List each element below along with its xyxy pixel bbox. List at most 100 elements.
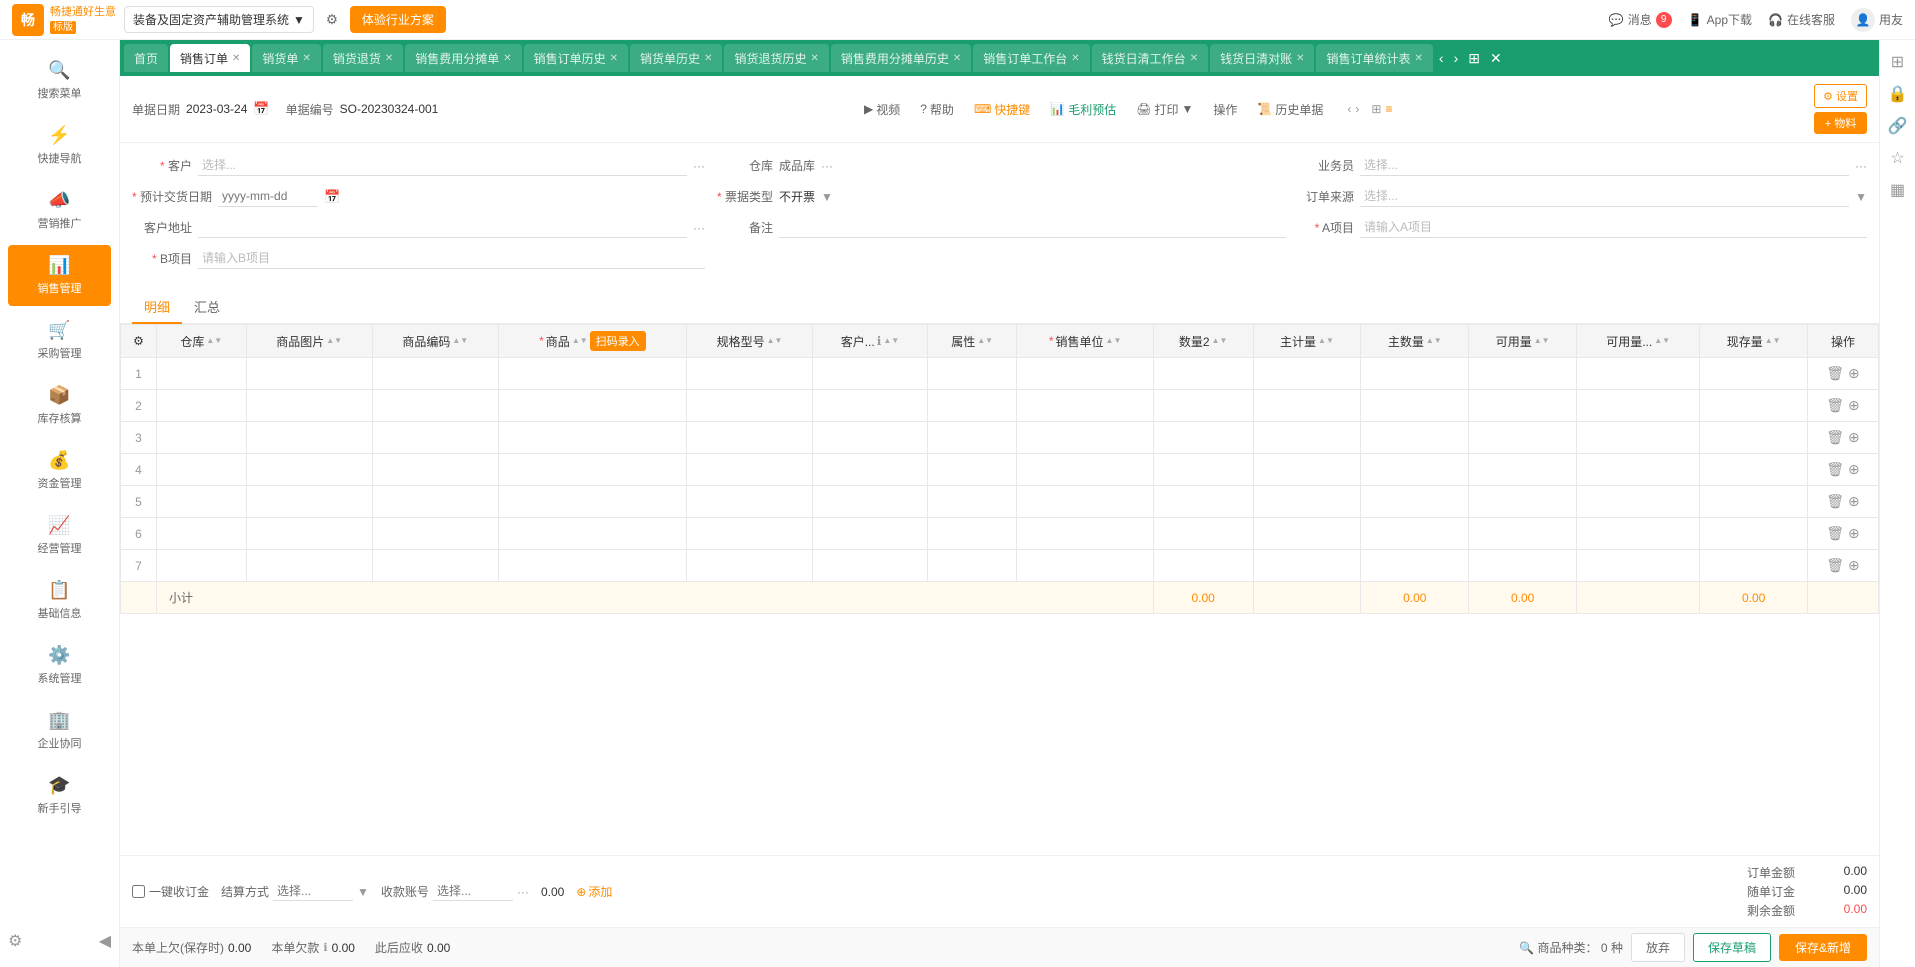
cell-spec[interactable]: [686, 518, 812, 550]
a-project-input[interactable]: [1360, 217, 1867, 238]
cell-product-image[interactable]: [246, 550, 372, 582]
salesperson-input[interactable]: [1360, 155, 1849, 176]
cell-attributes[interactable]: [927, 358, 1017, 390]
settle-method-input[interactable]: [273, 882, 353, 901]
b-project-input[interactable]: [198, 248, 705, 269]
order-source-dropdown[interactable]: ▼: [1855, 190, 1867, 204]
tab-expense-history[interactable]: 销售费用分摊单历史 ✕: [831, 44, 971, 72]
row-delete-btn[interactable]: 🗑: [1826, 525, 1844, 542]
add-btn[interactable]: ⊕ 添加: [576, 883, 612, 900]
sidebar-item-inventory[interactable]: 📦 库存核算: [8, 375, 111, 436]
sort-warehouse[interactable]: ▲▼: [206, 337, 222, 345]
cell-current-stock[interactable]: [1700, 518, 1808, 550]
address-dots[interactable]: ···: [693, 221, 705, 235]
sidebar-item-quick-nav[interactable]: ⚡ 快捷导航: [8, 115, 111, 176]
delivery-calendar-icon[interactable]: 📅: [324, 189, 340, 205]
cell-attributes[interactable]: [927, 518, 1017, 550]
tab-sales-return[interactable]: 销货单 ✕: [252, 44, 320, 72]
cell-attributes[interactable]: [927, 550, 1017, 582]
tab-close-order-stats[interactable]: ✕: [1415, 53, 1423, 64]
customer-dots[interactable]: ···: [693, 159, 705, 173]
cell-spec[interactable]: [686, 422, 812, 454]
cell-customer-code[interactable]: [813, 518, 928, 550]
row-copy-btn[interactable]: ⊕: [1848, 365, 1860, 382]
cell-product-image[interactable]: [246, 518, 372, 550]
tab-close-cash-reconcile[interactable]: ✕: [1296, 53, 1304, 64]
tab-close-all-btn[interactable]: ✕: [1486, 48, 1506, 69]
settings-btn[interactable]: ⚙ 设置: [1814, 84, 1867, 108]
sort-spec[interactable]: ▲▼: [767, 337, 783, 345]
sidebar-item-search[interactable]: 🔍 搜索菜单: [8, 50, 111, 111]
row-delete-btn[interactable]: 🗑: [1826, 557, 1844, 574]
tab-close-expense-history[interactable]: ✕: [953, 53, 961, 64]
cell-product-name[interactable]: [498, 518, 686, 550]
sidebar-item-sales[interactable]: 📊 销售管理: [8, 245, 111, 306]
cell-product-name[interactable]: [498, 454, 686, 486]
cell-available-qty[interactable]: [1469, 550, 1577, 582]
cell-product-image[interactable]: [246, 454, 372, 486]
remarks-input[interactable]: [779, 217, 1286, 238]
sidebar-item-operations[interactable]: 📈 经营管理: [8, 505, 111, 566]
tab-close-sales-refund[interactable]: ✕: [385, 53, 393, 64]
sort-main-qty[interactable]: ▲▼: [1426, 337, 1442, 345]
row-delete-btn[interactable]: 🗑: [1826, 461, 1844, 478]
right-settings-icon[interactable]: ⊞: [1884, 48, 1912, 76]
cell-attributes[interactable]: [927, 454, 1017, 486]
sidebar-collapse-icon[interactable]: ◀: [99, 931, 111, 951]
row-delete-btn[interactable]: 🗑: [1826, 397, 1844, 414]
cell-product-name[interactable]: [498, 486, 686, 518]
sidebar-item-enterprise[interactable]: 🏢 企业协同: [8, 700, 111, 761]
sort-available-qty[interactable]: ▲▼: [1534, 337, 1550, 345]
cell-sales-unit[interactable]: [1017, 550, 1153, 582]
tab-next-btn[interactable]: ›: [1450, 48, 1463, 68]
row-copy-btn[interactable]: ⊕: [1848, 525, 1860, 542]
system-selector[interactable]: 装备及固定资产辅助管理系统 ▼: [124, 6, 314, 33]
cell-current-stock[interactable]: [1700, 454, 1808, 486]
right-star-icon[interactable]: ☆: [1884, 144, 1912, 172]
cell-spec[interactable]: [686, 358, 812, 390]
user-area[interactable]: 👤 用友: [1851, 8, 1903, 32]
row-copy-btn[interactable]: ⊕: [1848, 557, 1860, 574]
cell-sales-unit[interactable]: [1017, 486, 1153, 518]
cell-current-stock[interactable]: [1700, 422, 1808, 454]
cell-product-name[interactable]: [498, 390, 686, 422]
row-delete-btn[interactable]: 🗑: [1826, 429, 1844, 446]
invoice-type-dropdown[interactable]: ▼: [821, 190, 833, 204]
cell-available-qty[interactable]: [1469, 390, 1577, 422]
cell-attributes[interactable]: [927, 390, 1017, 422]
history-btn[interactable]: 📜 历史单据: [1253, 99, 1327, 120]
cell-product-code[interactable]: [372, 550, 498, 582]
cell-warehouse[interactable]: [157, 454, 247, 486]
customer-input[interactable]: [198, 155, 687, 176]
app-download-btn[interactable]: 📱 App下载: [1688, 11, 1752, 28]
tab-close-cash-workbench[interactable]: ✕: [1190, 53, 1198, 64]
cell-qty2[interactable]: [1153, 454, 1253, 486]
cell-main-unit[interactable]: [1253, 422, 1361, 454]
sidebar-item-finance[interactable]: 💰 资金管理: [8, 440, 111, 501]
sort-product-image[interactable]: ▲▼: [326, 337, 342, 345]
col-settings[interactable]: ⚙: [121, 325, 157, 358]
row-copy-btn[interactable]: ⊕: [1848, 461, 1860, 478]
cell-sales-unit[interactable]: [1017, 358, 1153, 390]
cell-warehouse[interactable]: [157, 486, 247, 518]
cell-main-unit[interactable]: [1253, 390, 1361, 422]
row-copy-btn[interactable]: ⊕: [1848, 397, 1860, 414]
cell-spec[interactable]: [686, 486, 812, 518]
sort-attributes[interactable]: ▲▼: [977, 337, 993, 345]
cell-available-qty2[interactable]: [1577, 454, 1700, 486]
tab-summary[interactable]: 汇总: [182, 291, 232, 324]
cell-main-unit[interactable]: [1253, 550, 1361, 582]
tab-close-expense-split[interactable]: ✕: [503, 53, 511, 64]
cell-qty2[interactable]: [1153, 486, 1253, 518]
cell-available-qty2[interactable]: [1577, 422, 1700, 454]
cell-qty2[interactable]: [1153, 422, 1253, 454]
nav-prev-icon[interactable]: ‹: [1347, 102, 1351, 116]
cell-available-qty[interactable]: [1469, 358, 1577, 390]
cell-available-qty[interactable]: [1469, 518, 1577, 550]
sort-sales-unit[interactable]: ▲▼: [1106, 337, 1122, 345]
account-input[interactable]: [433, 882, 513, 901]
cell-product-name[interactable]: [498, 358, 686, 390]
tab-close-sales-order[interactable]: ✕: [232, 53, 240, 64]
warehouse-dots[interactable]: ···: [821, 159, 833, 173]
cell-warehouse[interactable]: [157, 358, 247, 390]
